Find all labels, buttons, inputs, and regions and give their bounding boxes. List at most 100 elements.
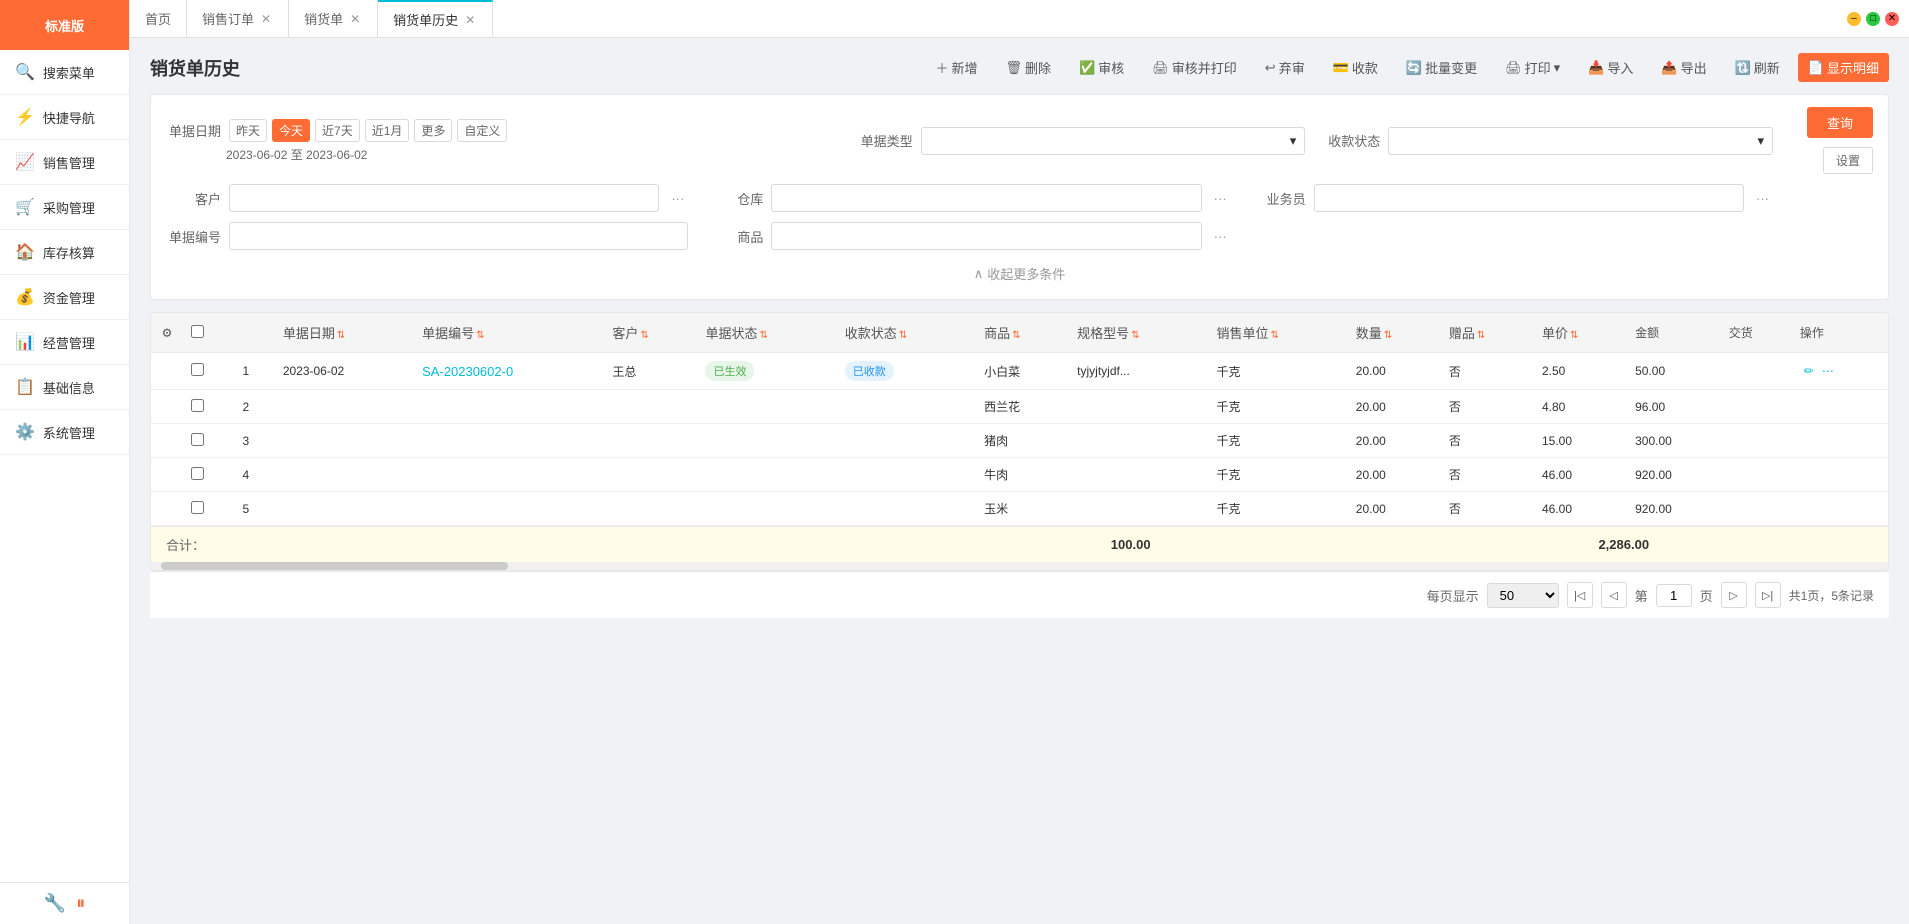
warehouse-ellipsis[interactable]: ··· (1210, 187, 1231, 210)
row-checkbox[interactable] (191, 467, 204, 480)
checkbox-header[interactable] (183, 313, 235, 353)
tab-sales-history-label: 销货单历史 (393, 10, 458, 29)
goods-header[interactable]: 商品⇅ (976, 313, 1069, 353)
batch-change-button[interactable]: 🔄 批量变更 (1396, 53, 1487, 82)
row-checkbox[interactable] (191, 399, 204, 412)
doc-no-input[interactable] (229, 222, 688, 250)
import-button[interactable]: 📥 导入 (1578, 53, 1643, 82)
plus-icon: ＋ (936, 58, 949, 77)
maximize-button[interactable]: □ (1866, 12, 1880, 26)
sidebar-item-sales[interactable]: 📈 销售管理 (0, 140, 129, 185)
date-btn-today[interactable]: 今天 (272, 119, 310, 142)
row-goods-cell: 西兰花 (976, 390, 1069, 424)
tab-sales-history-close[interactable]: ✕ (463, 11, 477, 29)
salesperson-ellipsis[interactable]: ··· (1752, 187, 1773, 210)
quantity-header[interactable]: 数量⇅ (1348, 313, 1441, 353)
sidebar-item-quicknav[interactable]: ⚡ 快捷导航 (0, 95, 129, 140)
export-button[interactable]: 📤 导出 (1651, 53, 1716, 82)
row-checkbox-cell[interactable] (183, 492, 235, 526)
minimize-button[interactable]: – (1847, 12, 1861, 26)
sales-unit-header[interactable]: 销售单位⇅ (1208, 313, 1347, 353)
row-checkbox[interactable] (191, 501, 204, 514)
receipt-button[interactable]: 💳 收款 (1323, 53, 1388, 82)
customer-input[interactable] (229, 184, 659, 212)
date-btn-7days[interactable]: 近7天 (315, 119, 360, 142)
page-number-input[interactable] (1656, 584, 1692, 607)
row-checkbox[interactable] (191, 433, 204, 446)
sidebar-item-inventory[interactable]: 🏠 库存核算 (0, 230, 129, 275)
sidebar-item-search[interactable]: 🔍 搜索菜单 (0, 50, 129, 95)
doc-status-header[interactable]: 单据状态⇅ (697, 313, 836, 353)
last-page-button[interactable]: ▷| (1755, 582, 1781, 608)
scrollbar-thumb[interactable] (161, 562, 508, 570)
sidebar-item-purchase[interactable]: 🛒 采购管理 (0, 185, 129, 230)
row-checkbox[interactable] (191, 363, 204, 376)
tab-home[interactable]: 首页 (130, 0, 187, 37)
tab-sales-delivery-close[interactable]: ✕ (348, 10, 362, 28)
payment-status-select[interactable]: ▾ (1388, 127, 1773, 155)
goods-input[interactable] (771, 222, 1201, 250)
sidebar-item-basic[interactable]: 📋 基础信息 (0, 365, 129, 410)
refresh-button[interactable]: 🔃 刷新 (1725, 53, 1790, 82)
edit-action[interactable]: ✏ (1800, 362, 1818, 380)
audit-print-button[interactable]: 🖨 审核并打印 (1142, 53, 1247, 82)
date-btn-1month[interactable]: 近1月 (365, 119, 410, 142)
goods-sort-icon: ⇅ (1012, 330, 1020, 341)
row-gift-cell: 否 (1441, 353, 1534, 390)
window-close-button[interactable]: ✕ (1885, 12, 1899, 26)
tab-sales-order[interactable]: 销售订单 ✕ (187, 0, 289, 37)
date-btn-more[interactable]: 更多 (414, 119, 452, 142)
salesperson-input[interactable] (1314, 184, 1744, 212)
doc-type-select[interactable]: ▾ (921, 127, 1306, 155)
audit-button[interactable]: ✅ 审核 (1069, 53, 1134, 82)
row-checkbox-cell[interactable] (183, 458, 235, 492)
delete-button[interactable]: 🗑 删除 (996, 53, 1062, 82)
new-button[interactable]: ＋ 新增 (926, 53, 988, 82)
doc-date-header[interactable]: 单据日期⇅ (275, 313, 414, 353)
collapse-sidebar-icon[interactable]: ⏸ (76, 893, 85, 914)
sidebar-item-finance[interactable]: 💰 资金管理 (0, 275, 129, 320)
gear-icon: ⚙️ (15, 422, 35, 442)
customer-ellipsis[interactable]: ··· (667, 187, 688, 210)
select-all-checkbox[interactable] (191, 325, 204, 338)
sidebar-item-operation[interactable]: 📊 经营管理 (0, 320, 129, 365)
spec-type-header[interactable]: 规格型号⇅ (1069, 313, 1208, 353)
horizontal-scrollbar[interactable] (151, 562, 1888, 570)
tab-sales-delivery[interactable]: 销货单 ✕ (289, 0, 378, 37)
settings-bottom-icon[interactable]: 🔧 (44, 893, 66, 914)
tab-sales-order-close[interactable]: ✕ (259, 10, 273, 28)
row-doc-no-cell[interactable]: SA-20230602-0 (414, 353, 604, 390)
goods-ellipsis[interactable]: ··· (1210, 225, 1231, 248)
date-btn-custom[interactable]: 自定义 (457, 119, 507, 142)
abandon-button[interactable]: ↩ 弃审 (1255, 53, 1315, 82)
prev-page-button[interactable]: ◁ (1601, 582, 1627, 608)
first-page-button[interactable]: |◁ (1567, 582, 1593, 608)
row-checkbox-cell[interactable] (183, 390, 235, 424)
row-doc-no-cell[interactable] (414, 492, 604, 526)
next-page-button[interactable]: ▷ (1721, 582, 1747, 608)
query-button[interactable]: 查询 (1807, 107, 1873, 138)
print-button[interactable]: 🖨 打印 ▾ (1495, 53, 1570, 82)
collapse-button[interactable]: ∧ 收起更多条件 (166, 260, 1873, 287)
page-size-select[interactable]: 50 20 100 200 (1487, 583, 1559, 608)
row-checkbox-cell[interactable] (183, 424, 235, 458)
filter-settings-button[interactable]: 设置 (1823, 147, 1873, 174)
tab-sales-history[interactable]: 销货单历史 ✕ (378, 0, 493, 37)
gift-header[interactable]: 赠品⇅ (1441, 313, 1534, 353)
payment-status-header[interactable]: 收款状态⇅ (837, 313, 976, 353)
row-doc-no-cell[interactable] (414, 424, 604, 458)
unit-price-header[interactable]: 单价⇅ (1534, 313, 1627, 353)
show-detail-button[interactable]: 📄 显示明细 (1798, 53, 1889, 82)
row-doc-no-cell[interactable] (414, 458, 604, 492)
trade-header: 交货 (1721, 313, 1792, 353)
more-action[interactable]: ⋯ (1818, 362, 1838, 380)
warehouse-input[interactable] (771, 184, 1201, 212)
doc-no-header[interactable]: 单据编号⇅ (414, 313, 604, 353)
row-goods-cell: 牛肉 (976, 458, 1069, 492)
sidebar-item-system[interactable]: ⚙️ 系统管理 (0, 410, 129, 455)
date-btn-yesterday[interactable]: 昨天 (229, 119, 267, 142)
table-settings-header[interactable]: ⚙ (151, 313, 183, 353)
customer-header[interactable]: 客户⇅ (604, 313, 697, 353)
row-checkbox-cell[interactable] (183, 353, 235, 390)
row-doc-no-cell[interactable] (414, 390, 604, 424)
